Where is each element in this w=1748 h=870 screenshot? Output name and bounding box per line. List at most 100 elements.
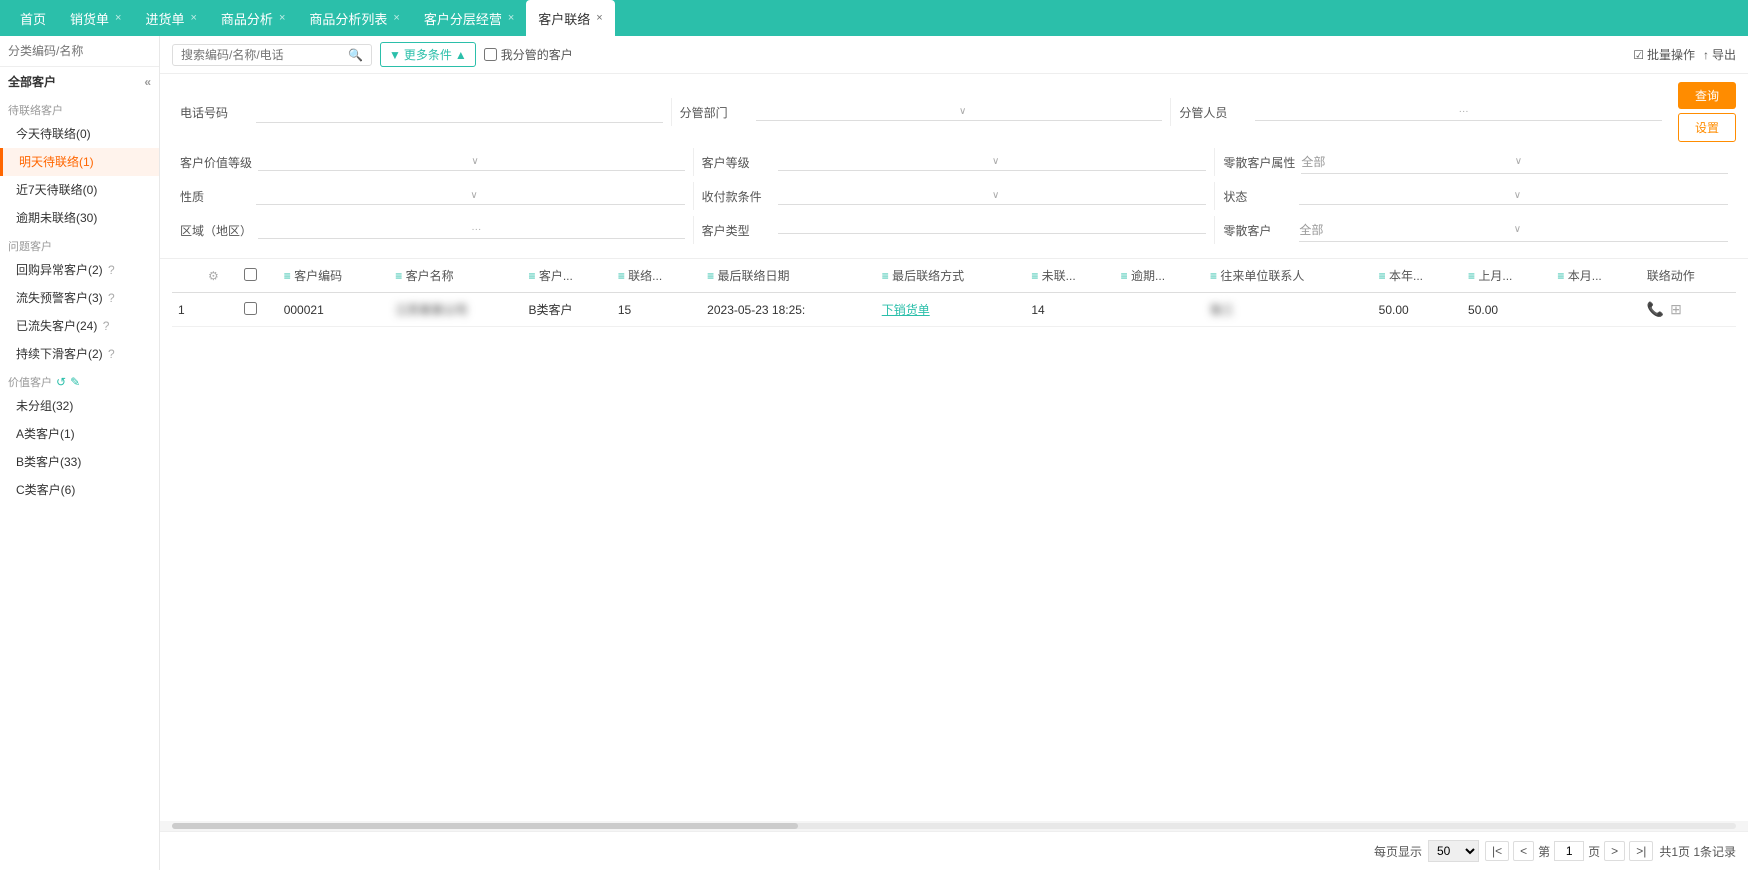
- gender-label: 性质: [180, 188, 250, 205]
- help-icon: ?: [108, 347, 115, 361]
- scrollbar-thumb[interactable]: [172, 823, 798, 829]
- total-records-label: 共1页 1条记录: [1659, 843, 1736, 860]
- retail-customer-label: 零散客户: [1223, 222, 1293, 239]
- edit-icon[interactable]: ✎: [70, 375, 80, 389]
- collapse-icon: «: [144, 75, 151, 89]
- last-page-button[interactable]: >|: [1629, 841, 1653, 861]
- filter-customer-grade: 客户等级 ∨: [694, 153, 1215, 171]
- sidebar-item-churned[interactable]: 已流失客户(24) ?: [0, 312, 159, 340]
- region-select[interactable]: ···: [258, 221, 685, 239]
- sidebar-pending-group-label: 待联络客户: [0, 96, 159, 120]
- chevron-down-icon: ∨: [992, 190, 1206, 201]
- current-page-input[interactable]: [1554, 841, 1584, 861]
- help-icon: ?: [108, 263, 115, 277]
- more-filter-button[interactable]: ▼ 更多条件 ▲: [380, 42, 476, 67]
- col-contact-header[interactable]: ≡ 联络...: [612, 259, 701, 293]
- my-customers-checkbox-label[interactable]: 我分管的客户: [484, 46, 573, 63]
- cell-last-contact-method[interactable]: 下销货单: [876, 293, 1026, 327]
- nav-home[interactable]: 首页: [8, 0, 58, 36]
- search-icon[interactable]: 🔍: [348, 48, 363, 62]
- select-all-checkbox[interactable]: [244, 268, 257, 281]
- query-button[interactable]: 查询: [1678, 82, 1736, 109]
- phone-action-icon[interactable]: 📞: [1647, 301, 1664, 318]
- export-button[interactable]: ↑ 导出: [1703, 46, 1736, 63]
- sidebar-item-overdue-contact[interactable]: 逾期未联络(30): [0, 204, 159, 232]
- ellipsis-icon: ···: [471, 224, 684, 235]
- filter-dept: 分管部门 ∨: [672, 103, 1171, 121]
- col-this-month-header[interactable]: ≡ 本月...: [1551, 259, 1640, 293]
- close-icon[interactable]: ×: [115, 12, 121, 24]
- batch-operation-button[interactable]: ☑ 批量操作: [1633, 46, 1695, 63]
- sort-icon: ≡: [1210, 269, 1217, 283]
- setting-button[interactable]: 设置: [1678, 113, 1736, 142]
- grid-action-icon[interactable]: ⊞: [1670, 301, 1682, 318]
- payment-select[interactable]: ∨: [778, 187, 1207, 205]
- customer-type-select[interactable]: [778, 227, 1207, 234]
- nav-customer-contact[interactable]: 客户联络 ×: [526, 0, 614, 36]
- scrollbar-track: [172, 823, 1736, 829]
- cell-checkbox[interactable]: [238, 293, 278, 327]
- col-last-month-header[interactable]: ≡ 上月...: [1462, 259, 1551, 293]
- sidebar-item-today-contact[interactable]: 今天待联络(0): [0, 120, 159, 148]
- sidebar-item-class-b[interactable]: B类客户(33): [0, 448, 159, 476]
- customer-value-select[interactable]: ∨: [258, 153, 685, 171]
- my-customers-checkbox[interactable]: [484, 48, 497, 61]
- search-input[interactable]: [181, 48, 348, 62]
- sidebar-item-ungrouped[interactable]: 未分组(32): [0, 392, 159, 420]
- col-last-contact-date-header[interactable]: ≡ 最后联络日期: [701, 259, 876, 293]
- col-checkbox-header[interactable]: [238, 259, 278, 293]
- nav-purchase[interactable]: 进货单 ×: [133, 0, 208, 36]
- page-size-select[interactable]: 50 100: [1428, 840, 1479, 862]
- filter-gender: 性质 ∨: [172, 187, 693, 205]
- horizontal-scrollbar[interactable]: [160, 821, 1748, 831]
- close-icon[interactable]: ×: [393, 12, 399, 24]
- sidebar-item-churn-warning[interactable]: 流失预警客户(3) ?: [0, 284, 159, 312]
- phone-input[interactable]: [256, 102, 663, 123]
- col-last-contact-method-header[interactable]: ≡ 最后联络方式: [876, 259, 1026, 293]
- status-select[interactable]: ∨: [1299, 187, 1728, 205]
- nav-sales[interactable]: 销货单 ×: [58, 0, 133, 36]
- row-checkbox[interactable]: [244, 302, 257, 315]
- dept-select[interactable]: ∨: [756, 103, 1163, 121]
- prev-page-button[interactable]: <: [1513, 841, 1534, 861]
- refresh-icon[interactable]: ↺: [56, 375, 66, 389]
- close-icon[interactable]: ×: [596, 12, 602, 24]
- next-page-button[interactable]: >: [1604, 841, 1625, 861]
- close-icon[interactable]: ×: [190, 12, 196, 24]
- toolbar: 🔍 ▼ 更多条件 ▲ 我分管的客户 ☑ 批量操作 ↑ 导出: [160, 36, 1748, 74]
- retail-customer-select[interactable]: 全部 ∨: [1299, 218, 1728, 242]
- nav-product-analysis[interactable]: 商品分析 ×: [209, 0, 297, 36]
- col-type-header[interactable]: ≡ 客户...: [522, 259, 611, 293]
- sidebar-search-input[interactable]: [8, 44, 160, 58]
- customer-grade-select[interactable]: ∨: [778, 153, 1207, 171]
- sidebar-item-class-c[interactable]: C类客户(6): [0, 476, 159, 504]
- col-code-header[interactable]: ≡ 客户编码: [278, 259, 390, 293]
- chevron-down-icon: ∨: [470, 190, 684, 201]
- col-this-year-header[interactable]: ≡ 本年...: [1373, 259, 1462, 293]
- chevron-down-icon: ∨: [1514, 224, 1728, 235]
- sidebar-all-customers[interactable]: 全部客户 «: [0, 67, 159, 96]
- nav-customer-tier[interactable]: 客户分层经营 ×: [412, 0, 526, 36]
- sidebar-item-repurchase-abnormal[interactable]: 回购异常客户(2) ?: [0, 256, 159, 284]
- col-overdue-header[interactable]: ≡ 逾期...: [1115, 259, 1204, 293]
- col-unit-contact-header[interactable]: ≡ 往来单位联系人: [1204, 259, 1373, 293]
- sidebar-item-tomorrow-contact[interactable]: 明天待联络(1): [0, 148, 159, 176]
- col-gear[interactable]: ⚙: [202, 259, 238, 293]
- close-icon[interactable]: ×: [279, 12, 285, 24]
- payment-label: 收付款条件: [702, 188, 772, 205]
- main-layout: 🔍 全部客户 « 待联络客户 今天待联络(0) 明天待联络(1) 近7天待联络(…: [0, 36, 1748, 870]
- sidebar-item-declining[interactable]: 持续下滑客户(2) ?: [0, 340, 159, 368]
- sidebar-item-7day-contact[interactable]: 近7天待联络(0): [0, 176, 159, 204]
- col-not-contact-header[interactable]: ≡ 未联...: [1025, 259, 1114, 293]
- retail-attr-select[interactable]: 全部 ∨: [1301, 150, 1728, 174]
- col-name-header[interactable]: ≡ 客户名称: [389, 259, 522, 293]
- sidebar-item-class-a[interactable]: A类客户(1): [0, 420, 159, 448]
- cell-this-year: 50.00: [1373, 293, 1462, 327]
- nav-product-list[interactable]: 商品分析列表 ×: [297, 0, 411, 36]
- cell-gear: [202, 293, 238, 327]
- close-icon[interactable]: ×: [508, 12, 514, 24]
- first-page-button[interactable]: |<: [1485, 841, 1509, 861]
- gender-select[interactable]: ∨: [256, 187, 685, 205]
- page-size-label: 每页显示: [1374, 843, 1422, 860]
- manager-select[interactable]: ···: [1255, 103, 1662, 121]
